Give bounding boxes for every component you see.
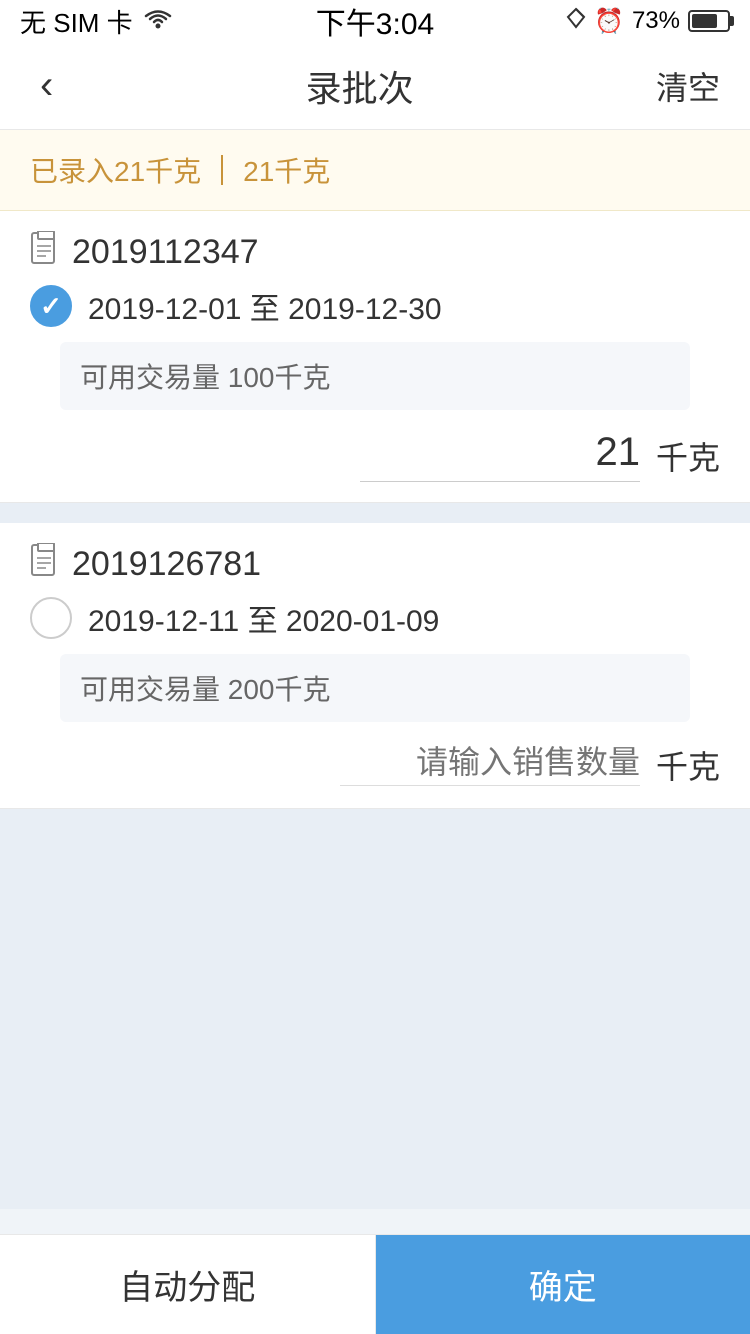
auto-distribute-button[interactable]: 自动分配 xyxy=(0,1235,376,1334)
empty-area xyxy=(0,809,750,1209)
section-separator xyxy=(0,503,750,523)
available-qty-box-2: 可用交易量 200千克 xyxy=(60,654,690,722)
quantity-value-1: 21 xyxy=(595,430,640,475)
wifi-icon xyxy=(143,6,173,37)
recorded-amount: 21千克 xyxy=(243,150,330,190)
page-content: 2019112347 ✓ 2019-12-01 至 2019-12-30 可用交… xyxy=(0,211,750,1309)
batch-id-2: 2019126781 xyxy=(72,545,261,584)
status-left: 无 SIM 卡 xyxy=(20,3,173,40)
qty-underline-2 xyxy=(340,785,640,786)
batch-item-1: 2019112347 ✓ 2019-12-01 至 2019-12-30 可用交… xyxy=(0,211,750,410)
battery-icon xyxy=(688,10,730,32)
quantity-underline-1 xyxy=(360,481,640,482)
batch-item-2: 2019126781 ✓ 2019-12-11 至 2020-01-09 可用交… xyxy=(0,523,750,722)
status-time: 下午3:04 xyxy=(316,0,434,43)
batch-date-row-1: ✓ 2019-12-01 至 2019-12-30 xyxy=(30,284,720,328)
available-qty-box-1: 可用交易量 100千克 xyxy=(60,342,690,410)
carrier-text: 无 SIM 卡 xyxy=(20,3,133,40)
batch-date-2: 2019-12-11 至 2020-01-09 xyxy=(88,596,439,640)
radio-1[interactable]: ✓ xyxy=(30,285,72,327)
batch-item-2-header: 2019126781 xyxy=(30,543,720,586)
batch-item-1-header: 2019112347 xyxy=(30,231,720,274)
batch-id-1: 2019112347 xyxy=(72,233,259,272)
banner-divider xyxy=(221,155,223,185)
alarm-icon: ⏰ xyxy=(594,7,624,36)
page-title: 录批次 xyxy=(306,60,414,112)
location-icon xyxy=(566,7,586,36)
doc-icon-1 xyxy=(30,231,62,274)
quantity-input-row-2: 千克 xyxy=(0,722,750,809)
quantity-input-2[interactable] xyxy=(30,744,640,781)
info-banner: 已录入21千克 21千克 xyxy=(0,130,750,211)
check-icon-2: ✓ xyxy=(40,603,62,634)
radio-2[interactable]: ✓ xyxy=(30,597,72,639)
quantity-unit-1: 千克 xyxy=(656,433,720,479)
clear-button[interactable]: 清空 xyxy=(656,63,720,109)
qty-unit-label-2: 千克 xyxy=(656,742,720,788)
available-qty-text-2: 可用交易量 200千克 xyxy=(80,674,331,705)
status-right: ⏰ 73% xyxy=(566,7,730,36)
battery-percent: 73% xyxy=(632,7,680,35)
quantity-row-1: 21 千克 xyxy=(0,410,750,503)
quantity-value-wrapper-1: 21 xyxy=(360,430,640,482)
confirm-button[interactable]: 确定 xyxy=(376,1235,750,1334)
batch-date-row-2: ✓ 2019-12-11 至 2020-01-09 xyxy=(30,596,720,640)
back-button[interactable]: ‹ xyxy=(30,53,63,118)
bottom-bar: 自动分配 确定 xyxy=(0,1234,750,1334)
check-icon-1: ✓ xyxy=(40,291,62,322)
doc-icon-2 xyxy=(30,543,62,586)
status-bar: 无 SIM 卡 下午3:04 ⏰ 73% xyxy=(0,0,750,42)
nav-bar: ‹ 录批次 清空 xyxy=(0,42,750,130)
available-qty-text-1: 可用交易量 100千克 xyxy=(80,362,331,393)
recorded-label: 已录入21千克 xyxy=(30,150,201,190)
qty-input-wrapper-2 xyxy=(30,744,640,786)
batch-date-1: 2019-12-01 至 2019-12-30 xyxy=(88,284,442,328)
